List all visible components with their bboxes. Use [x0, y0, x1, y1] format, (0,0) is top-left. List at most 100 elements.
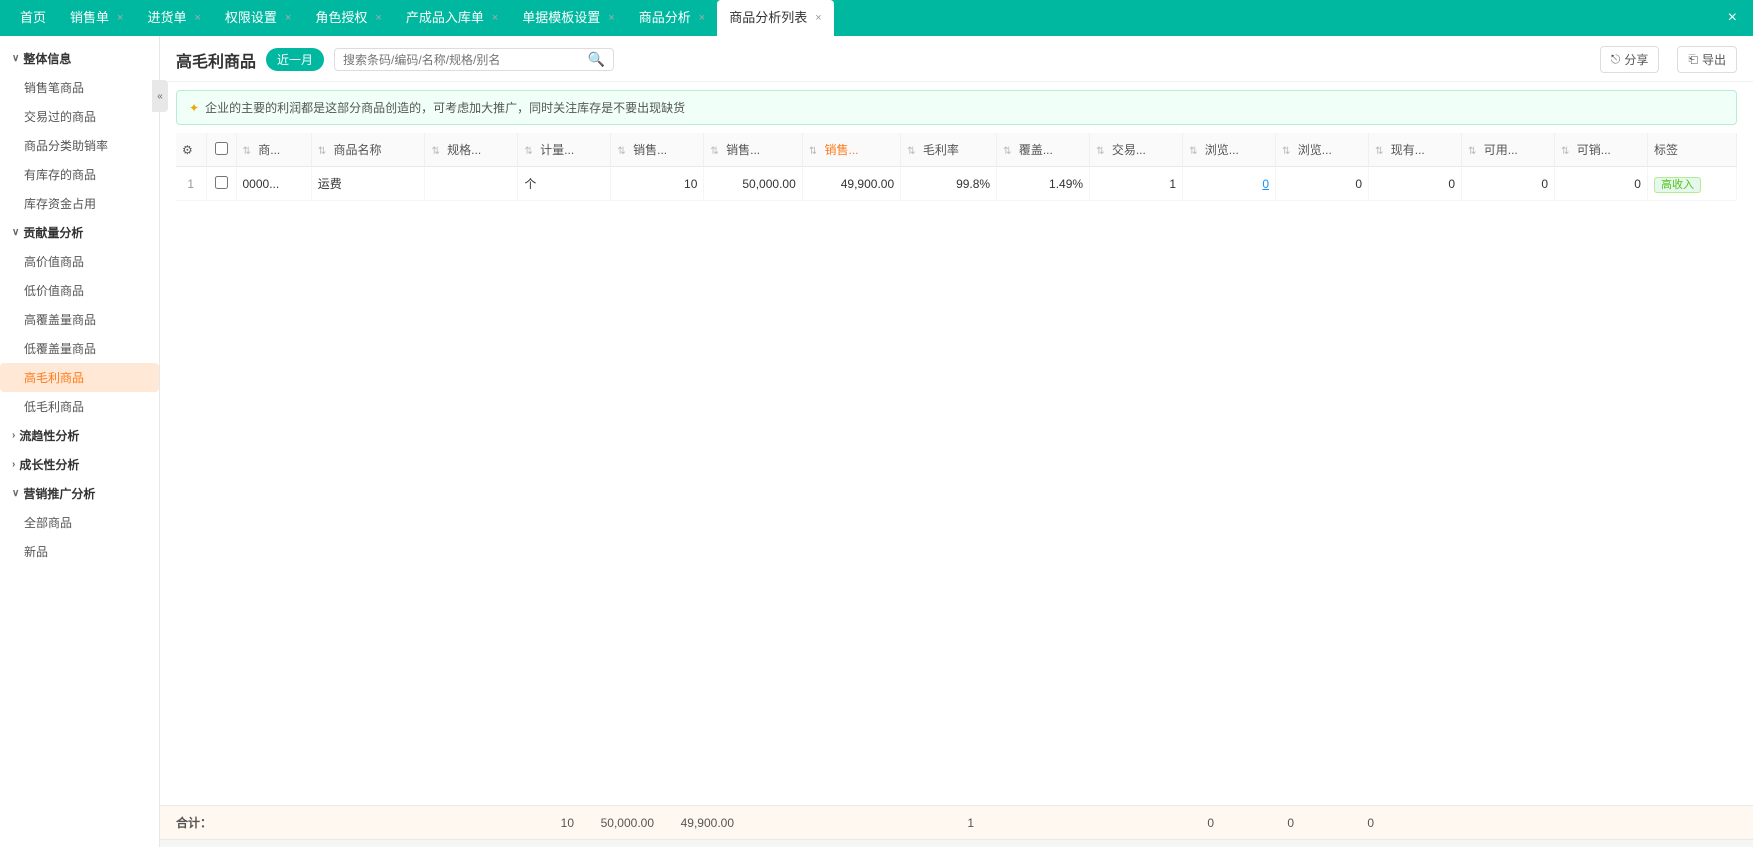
sidebar-group-trend[interactable]: › 流趋性分析: [0, 421, 159, 450]
page-title: 高毛利商品: [176, 48, 256, 72]
nav-product-analysis[interactable]: 商品分析 ×: [627, 0, 717, 36]
col-name[interactable]: ⇅ 商品名称: [311, 133, 425, 167]
sort-icon-sales2: ⇅: [710, 146, 718, 157]
sidebar-item-category-rate[interactable]: 商品分类助销率: [0, 131, 159, 160]
nav-role-auth[interactable]: 角色授权 ×: [303, 0, 393, 36]
sidebar-item-traded-goods[interactable]: 交易过的商品: [0, 102, 159, 131]
bottom-scrollbar[interactable]: [160, 839, 1753, 847]
row-available: 0: [1462, 167, 1555, 201]
table-container: ⚙ ⇅ 商... ⇅ 商品名称: [176, 133, 1737, 805]
table-header-row: ⚙ ⇅ 商... ⇅ 商品名称: [176, 133, 1737, 167]
info-icon: ✦: [189, 101, 199, 115]
row-sales3: 49,900.00: [802, 167, 900, 201]
row-sales2: 50,000.00: [704, 167, 802, 201]
sort-icon-spec: ⇅: [431, 146, 439, 157]
sidebar-item-new-goods[interactable]: 新品: [0, 537, 159, 566]
nav-sales-order[interactable]: 销售单 ×: [58, 0, 135, 36]
footer-cell-sales1: 10: [502, 816, 582, 830]
col-browse1[interactable]: ⇅ 浏览...: [1183, 133, 1276, 167]
search-input[interactable]: [343, 53, 588, 67]
sidebar-item-all-goods[interactable]: 全部商品: [0, 508, 159, 537]
sidebar-group-contribution[interactable]: ∨ 贡献量分析: [0, 218, 159, 247]
sidebar-item-stocked-goods[interactable]: 有库存的商品: [0, 160, 159, 189]
col-available[interactable]: ⇅ 可用...: [1462, 133, 1555, 167]
tag-badge: 高收入: [1654, 177, 1701, 193]
nav-permission-settings[interactable]: 权限设置 ×: [213, 0, 303, 36]
sort-icon-available: ⇅: [1468, 146, 1476, 157]
nav-home[interactable]: 首页: [8, 0, 58, 36]
sidebar-item-high-value[interactable]: 高价值商品: [0, 247, 159, 276]
share-button[interactable]: ⎋ 分享: [1600, 46, 1660, 73]
sort-icon-name: ⇅: [318, 146, 326, 157]
export-button[interactable]: ⎗ 导出: [1677, 46, 1737, 73]
col-sales3[interactable]: ⇅ 销售...: [802, 133, 900, 167]
arrow-overall: ∨: [12, 53, 19, 64]
content-header: 高毛利商品 近一月 🔍 ⎋ 分享 ⎗ 导出: [160, 36, 1753, 82]
sidebar-item-low-coverage[interactable]: 低覆盖量商品: [0, 334, 159, 363]
sidebar-group-overall[interactable]: ∨ 整体信息: [0, 44, 159, 73]
col-sellable[interactable]: ⇅ 可销...: [1555, 133, 1648, 167]
close-role-auth[interactable]: ×: [375, 0, 381, 36]
content-area: 高毛利商品 近一月 🔍 ⎋ 分享 ⎗ 导出 ✦ 企业的主要的利润都是这部分商品创…: [160, 36, 1753, 847]
col-tag: 标签: [1647, 133, 1736, 167]
close-sales-order[interactable]: ×: [117, 0, 123, 36]
close-all-tabs[interactable]: ×: [1720, 9, 1745, 27]
sort-icon-browse2: ⇅: [1282, 146, 1290, 157]
nav-product-analysis-list[interactable]: 商品分析列表 ×: [717, 0, 833, 36]
sidebar-item-high-coverage[interactable]: 高覆盖量商品: [0, 305, 159, 334]
close-product-analysis[interactable]: ×: [699, 0, 705, 36]
close-permission-settings[interactable]: ×: [285, 0, 291, 36]
col-settings[interactable]: ⚙: [176, 133, 206, 167]
sidebar-group-marketing[interactable]: ∨ 营销推广分析: [0, 479, 159, 508]
row-browse2: 0: [1276, 167, 1369, 201]
arrow-marketing: ∨: [12, 488, 19, 499]
select-all-checkbox[interactable]: [215, 142, 228, 155]
row-sellable: 0: [1555, 167, 1648, 201]
arrow-trend: ›: [12, 430, 15, 441]
row-name: 运费: [311, 167, 425, 201]
col-coverage[interactable]: ⇅ 覆盖...: [997, 133, 1090, 167]
close-product-analysis-list[interactable]: ×: [815, 0, 821, 36]
data-table: ⚙ ⇅ 商... ⇅ 商品名称: [176, 133, 1737, 201]
row-browse1[interactable]: 0: [1183, 167, 1276, 201]
settings-icon[interactable]: ⚙: [182, 143, 193, 157]
row-current: 0: [1369, 167, 1462, 201]
row-spec: [425, 167, 518, 201]
arrow-growth: ›: [12, 459, 15, 470]
col-sales1[interactable]: ⇅ 销售...: [611, 133, 704, 167]
filter-last-month[interactable]: 近一月: [266, 48, 324, 71]
row-select-checkbox[interactable]: [215, 176, 228, 189]
col-code[interactable]: ⇅ 商...: [236, 133, 311, 167]
footer-label: 合计：: [176, 814, 212, 831]
nav-product-inbound[interactable]: 产成品入库单 ×: [394, 0, 510, 36]
row-coverage: 1.49%: [997, 167, 1090, 201]
col-unit[interactable]: ⇅ 计量...: [518, 133, 611, 167]
sidebar-collapse-button[interactable]: «: [152, 80, 168, 112]
close-template-settings[interactable]: ×: [608, 0, 614, 36]
col-trade[interactable]: ⇅ 交易...: [1090, 133, 1183, 167]
nav-purchase-order[interactable]: 进货单 ×: [135, 0, 212, 36]
close-purchase-order[interactable]: ×: [194, 0, 200, 36]
search-box: 🔍: [334, 48, 614, 71]
col-browse2[interactable]: ⇅ 浏览...: [1276, 133, 1369, 167]
nav-template-settings[interactable]: 单据模板设置 ×: [510, 0, 626, 36]
sidebar-item-sales-goods[interactable]: 销售笔商品: [0, 73, 159, 102]
col-current[interactable]: ⇅ 现有...: [1369, 133, 1462, 167]
col-spec[interactable]: ⇅ 规格...: [425, 133, 518, 167]
col-gross-rate[interactable]: ⇅ 毛利率: [901, 133, 997, 167]
sort-icon-coverage: ⇅: [1003, 146, 1011, 157]
sort-icon-browse1: ⇅: [1189, 146, 1197, 157]
row-gross-rate: 99.8%: [901, 167, 997, 201]
main-layout: ∨ 整体信息 销售笔商品 交易过的商品 商品分类助销率 有库存的商品 库存资金占…: [0, 36, 1753, 847]
sidebar-group-growth[interactable]: › 成长性分析: [0, 450, 159, 479]
row-num: 1: [176, 167, 206, 201]
col-checkbox: [206, 133, 236, 167]
sidebar-item-low-margin[interactable]: 低毛利商品: [0, 392, 159, 421]
search-icon[interactable]: 🔍: [588, 51, 605, 68]
col-sales2[interactable]: ⇅ 销售...: [704, 133, 802, 167]
sidebar-item-high-margin[interactable]: 高毛利商品: [0, 363, 159, 392]
sidebar-item-stock-capital[interactable]: 库存资金占用: [0, 189, 159, 218]
sort-icon-sales1: ⇅: [617, 146, 625, 157]
close-product-inbound[interactable]: ×: [492, 0, 498, 36]
sidebar-item-low-value[interactable]: 低价值商品: [0, 276, 159, 305]
